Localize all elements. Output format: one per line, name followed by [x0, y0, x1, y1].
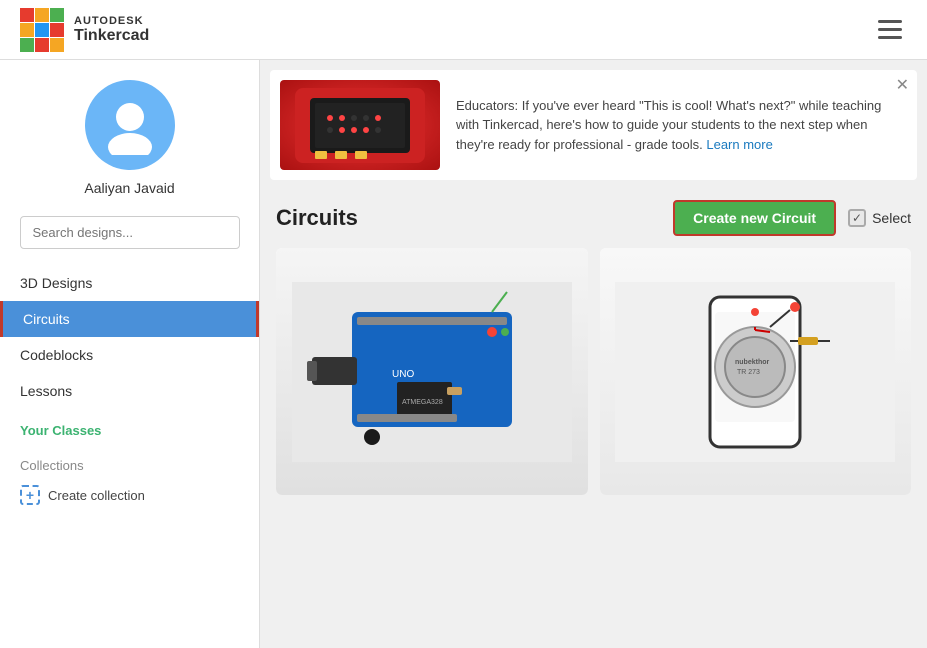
circuits-actions: Create new Circuit Select — [673, 200, 911, 236]
create-circuit-button[interactable]: Create new Circuit — [673, 200, 836, 236]
circuits-title: Circuits — [276, 205, 358, 231]
microbit-svg — [285, 83, 435, 168]
add-collection-icon: + — [20, 485, 40, 505]
sidebar-item-circuits[interactable]: Circuits — [0, 301, 259, 337]
logo-container: AUTODESK Tinkercad — [20, 8, 149, 52]
sidebar-item-codeblocks[interactable]: Codeblocks — [0, 337, 259, 373]
arduino-illustration: UNO ATMEGA328 — [292, 282, 572, 462]
your-classes-label: Your Classes — [0, 409, 259, 444]
circuits-section: Circuits Create new Circuit Select — [260, 190, 927, 505]
learn-more-link[interactable]: Learn more — [706, 137, 772, 152]
tinkercad-logo-icon — [20, 8, 64, 52]
user-profile: Aaliyan Javaid — [64, 80, 194, 196]
avatar-icon — [100, 95, 160, 155]
select-label: Select — [872, 210, 911, 226]
username-label: Aaliyan Javaid — [84, 180, 174, 196]
main-layout: Aaliyan Javaid 3D Designs Circuits Codeb… — [0, 60, 927, 648]
select-container: Select — [848, 209, 911, 227]
circuit-card-image-arduino: UNO ATMEGA328 — [276, 248, 588, 495]
svg-text:UNO: UNO — [392, 369, 414, 380]
main-content: Educators: If you've ever heard "This is… — [260, 60, 927, 648]
circuit-card-arduino[interactable]: UNO ATMEGA328 — [276, 248, 588, 495]
app-header: AUTODESK Tinkercad — [0, 0, 927, 60]
circuits-header: Circuits Create new Circuit Select — [276, 200, 911, 236]
avatar — [85, 80, 175, 170]
autodesk-label: AUTODESK — [74, 15, 149, 27]
sidebar: Aaliyan Javaid 3D Designs Circuits Codeb… — [0, 60, 260, 648]
sidebar-item-3d-designs[interactable]: 3D Designs — [0, 265, 259, 301]
hamburger-button[interactable] — [873, 15, 907, 44]
brand-text: AUTODESK Tinkercad — [74, 15, 149, 45]
hamburger-line-2 — [878, 28, 902, 31]
banner-close-button[interactable]: ✕ — [896, 78, 909, 94]
svg-text:TR 273: TR 273 — [737, 369, 760, 376]
select-checkbox[interactable] — [848, 209, 866, 227]
circuit-card-image-sim: nubekthor TR 273 — [600, 248, 912, 495]
hamburger-line-1 — [878, 20, 902, 23]
svg-text:nubekthor: nubekthor — [735, 359, 769, 366]
tinkercad-label: Tinkercad — [74, 27, 149, 45]
banner-text: Educators: If you've ever heard "This is… — [456, 96, 907, 155]
educator-banner: Educators: If you've ever heard "This is… — [270, 70, 917, 180]
banner-image — [280, 80, 440, 170]
create-collection-label: Create collection — [48, 488, 145, 503]
hamburger-line-3 — [878, 36, 902, 39]
sidebar-navigation: 3D Designs Circuits Codeblocks Lessons — [0, 265, 259, 409]
sidebar-item-lessons[interactable]: Lessons — [0, 373, 259, 409]
sim-illustration: nubekthor TR 273 — [615, 282, 895, 462]
circuit-card-sim[interactable]: nubekthor TR 273 — [600, 248, 912, 495]
collections-label: Collections — [0, 444, 259, 479]
svg-text:ATMEGA328: ATMEGA328 — [402, 399, 443, 406]
banner-illustration — [280, 80, 440, 170]
circuits-grid: UNO ATMEGA328 — [276, 248, 911, 495]
search-input[interactable] — [20, 216, 240, 249]
create-collection-button[interactable]: + Create collection — [0, 479, 259, 511]
